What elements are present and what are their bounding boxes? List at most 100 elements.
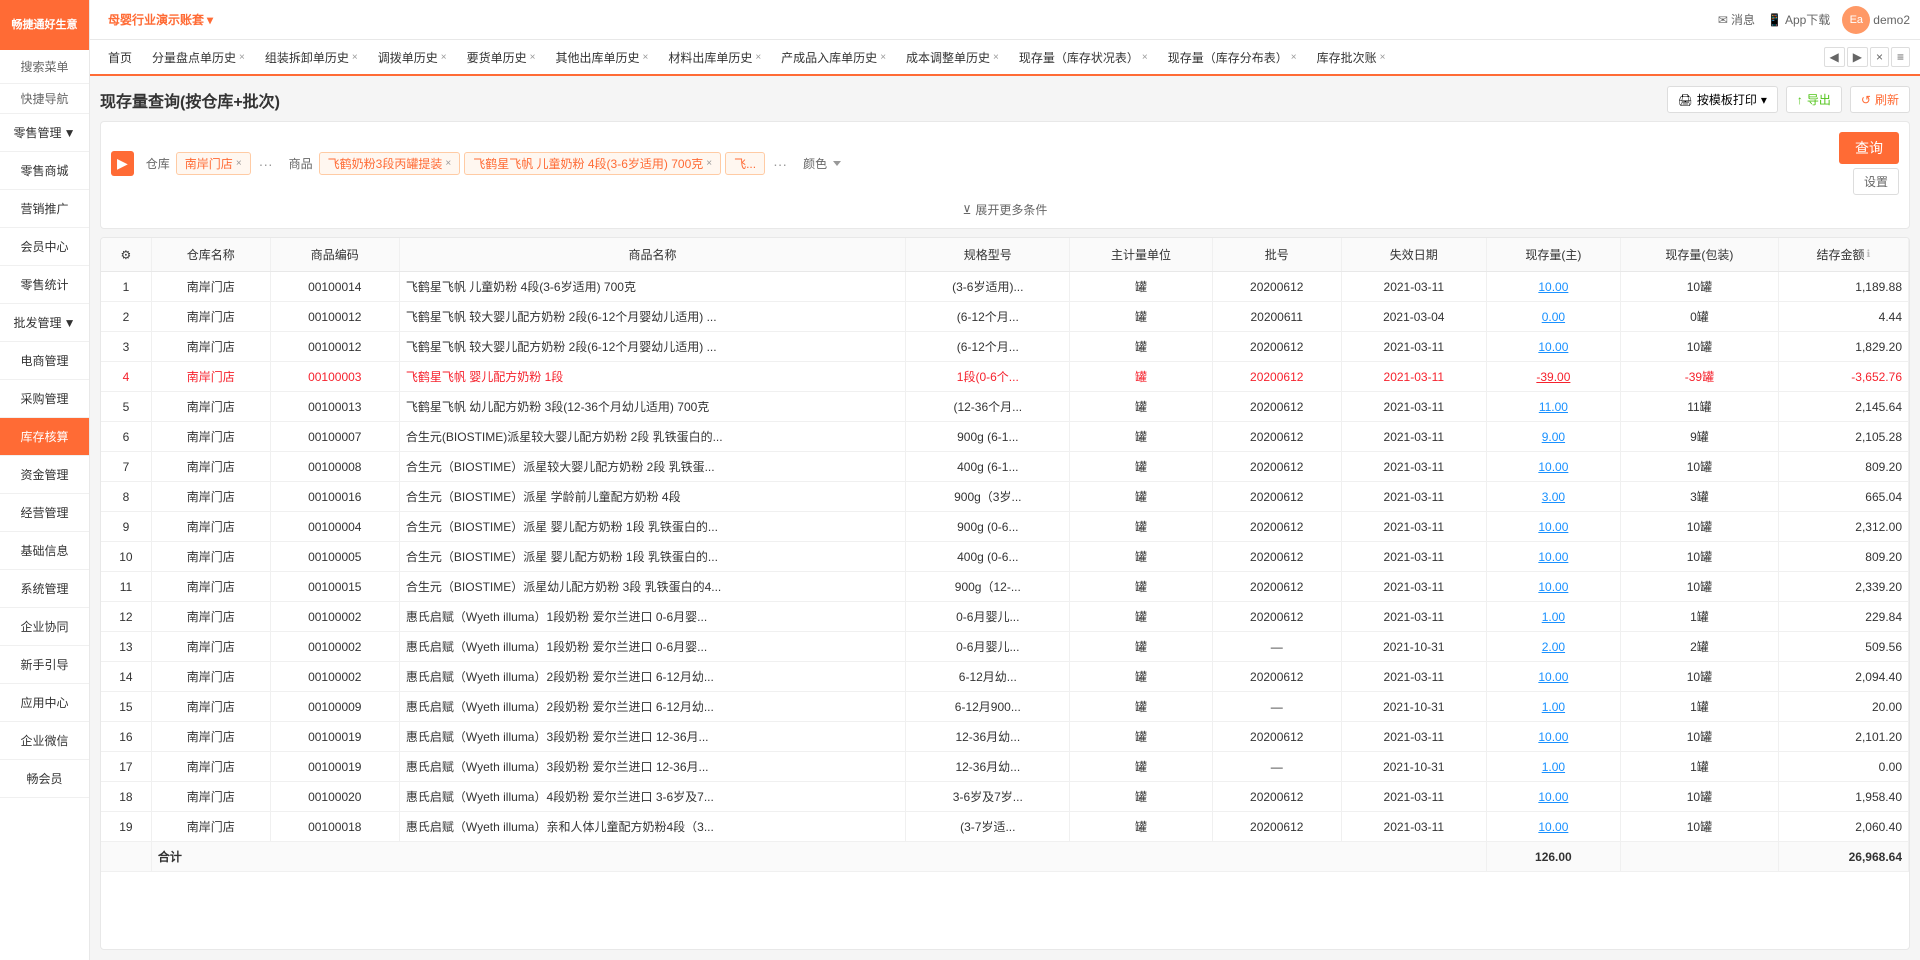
filter-expand-btn[interactable]: ⊻ 展开更多条件: [963, 201, 1048, 218]
tab-partcount[interactable]: 分量盘点单历史 ×: [144, 45, 253, 70]
sidebar-item-finance[interactable]: 资金管理: [0, 456, 89, 494]
footer-qty-pkg-total: [1621, 842, 1779, 872]
tab-batchaccount[interactable]: 库存批次账 ×: [1309, 45, 1394, 70]
cell-qty-main-8[interactable]: 10.00: [1486, 512, 1620, 542]
sidebar-item-corp[interactable]: 企业协同: [0, 608, 89, 646]
tab-disassemble-close-icon[interactable]: ×: [352, 52, 358, 63]
sidebar-item-retailstat[interactable]: 零售统计: [0, 266, 89, 304]
warehouse-tag-0-remove[interactable]: ×: [236, 158, 242, 169]
cell-qty-main-1[interactable]: 0.00: [1486, 302, 1620, 332]
topbar-dropdown[interactable]: 母婴行业演示账套 ▾: [100, 7, 221, 32]
btn-settings[interactable]: 设置: [1853, 168, 1899, 195]
cell-qty-main-2[interactable]: 10.00: [1486, 332, 1620, 362]
product-more-dots[interactable]: ···: [773, 156, 787, 172]
topbar-user[interactable]: Ea demo2: [1842, 6, 1910, 34]
sidebar-item-vip[interactable]: 畅会员: [0, 760, 89, 798]
cell-qty-main-0[interactable]: 10.00: [1486, 272, 1620, 302]
cell-qty-main-3[interactable]: -39.00: [1486, 362, 1620, 392]
tab-prev-btn[interactable]: ◀: [1824, 47, 1845, 67]
cell-qty-main-4[interactable]: 11.00: [1486, 392, 1620, 422]
warehouse-more-dots[interactable]: ···: [259, 156, 273, 172]
btn-template-print[interactable]: 🖨 按模板打印 ▾: [1667, 86, 1778, 113]
tab-otherout[interactable]: 其他出库单历史 ×: [547, 45, 656, 70]
content-area: 现存量查询(按仓库+批次) 🖨 按模板打印 ▾ ↑ 导出 ↺ 刷新: [90, 76, 1920, 960]
btn-export[interactable]: ↑ 导出: [1786, 86, 1842, 113]
sidebar-item-retail[interactable]: 零售管理 ▼: [0, 114, 89, 152]
tab-otherout-close-icon[interactable]: ×: [642, 52, 648, 63]
btn-query[interactable]: 查询: [1839, 132, 1899, 164]
cell-name-6: 合生元（BIOSTIME）派星较大婴儿配方奶粉 2段 乳铁蛋...: [399, 452, 905, 482]
cell-spec-12: 0-6月婴儿...: [906, 632, 1070, 662]
tab-prodin[interactable]: 产成品入库单历史 ×: [773, 45, 894, 70]
product-tag-1-remove[interactable]: ×: [706, 158, 712, 169]
cell-qty-pkg-4: 11罐: [1621, 392, 1779, 422]
cell-qty-main-17[interactable]: 10.00: [1486, 782, 1620, 812]
tab-disassemble[interactable]: 组装拆卸单历史 ×: [257, 45, 366, 70]
cell-qty-main-13[interactable]: 10.00: [1486, 662, 1620, 692]
cell-qty-main-15[interactable]: 10.00: [1486, 722, 1620, 752]
cell-qty-main-18[interactable]: 10.00: [1486, 812, 1620, 842]
sidebar-item-appcenter[interactable]: 应用中心: [0, 684, 89, 722]
sidebar-item-retailshop[interactable]: 零售商城: [0, 152, 89, 190]
sidebar-item-member[interactable]: 会员中心: [0, 228, 89, 266]
filter-expand-left-btn[interactable]: ▶: [111, 151, 134, 176]
tab-costadjust[interactable]: 成本调整单历史 ×: [898, 45, 1007, 70]
tab-costadjust-close-icon[interactable]: ×: [993, 52, 999, 63]
tab-partcount-close-icon[interactable]: ×: [239, 52, 245, 63]
topbar-message[interactable]: ✉ 消息: [1718, 11, 1755, 28]
product-tag-0: 飞鹤奶粉3段丙罐提装 ×: [319, 152, 461, 175]
sidebar-item-wholesale[interactable]: 批发管理 ▼: [0, 304, 89, 342]
cell-qty-main-16[interactable]: 1.00: [1486, 752, 1620, 782]
cell-qty-main-6[interactable]: 10.00: [1486, 452, 1620, 482]
cell-unit-9: 罐: [1070, 542, 1212, 572]
tab-mix-close-icon[interactable]: ×: [441, 52, 447, 63]
sidebar-item-ops[interactable]: 经营管理: [0, 494, 89, 532]
balance-info-icon[interactable]: ℹ: [1866, 249, 1870, 260]
cell-qty-main-9[interactable]: 10.00: [1486, 542, 1620, 572]
sidebar-item-inventory[interactable]: 库存核算: [0, 418, 89, 456]
color-filter-label: 颜色: [803, 155, 827, 172]
tab-next-btn[interactable]: ▶: [1847, 47, 1868, 67]
cell-code-7: 00100016: [270, 482, 399, 512]
tab-invstatus[interactable]: 现存量（库存状况表） ×: [1011, 45, 1156, 70]
cell-qty-main-14[interactable]: 1.00: [1486, 692, 1620, 722]
sidebar-item-marketing[interactable]: 营销推广: [0, 190, 89, 228]
col-settings-icon[interactable]: ⚙: [101, 238, 151, 272]
cell-warehouse-6: 南岸门店: [151, 452, 270, 482]
cell-qty-main-12[interactable]: 2.00: [1486, 632, 1620, 662]
product-tag-0-remove[interactable]: ×: [445, 158, 451, 169]
cell-qty-pkg-18: 10罐: [1621, 812, 1779, 842]
cell-unit-3: 罐: [1070, 362, 1212, 392]
sidebar-item-basic[interactable]: 基础信息: [0, 532, 89, 570]
btn-refresh[interactable]: ↺ 刷新: [1850, 86, 1910, 113]
sidebar-item-guide[interactable]: 新手引导: [0, 646, 89, 684]
table-header-row: ⚙ 仓库名称 商品编码 商品名称 规格型号 主计量单位 批号 失效日期 现存量(…: [101, 238, 1909, 272]
tab-invdist[interactable]: 现存量（库存分布表） ×: [1160, 45, 1305, 70]
sidebar-item-search[interactable]: 搜索菜单: [0, 50, 89, 84]
tab-menu-btn[interactable]: ≡: [1891, 47, 1910, 67]
tab-invstatus-close-icon[interactable]: ×: [1142, 52, 1148, 63]
sidebar-item-quicknav[interactable]: 快捷导航: [0, 84, 89, 114]
cell-qty-pkg-3: -39罐: [1621, 362, 1779, 392]
tab-demand[interactable]: 要货单历史 ×: [459, 45, 544, 70]
tab-mix[interactable]: 调拨单历史 ×: [370, 45, 455, 70]
tab-prodin-close-icon[interactable]: ×: [880, 52, 886, 63]
cell-qty-main-5[interactable]: 9.00: [1486, 422, 1620, 452]
topbar-app-download[interactable]: 📱 App下载: [1767, 11, 1830, 28]
tab-matout-close-icon[interactable]: ×: [755, 52, 761, 63]
sidebar-item-ecommerce[interactable]: 电商管理: [0, 342, 89, 380]
tab-home[interactable]: 首页: [100, 45, 140, 70]
tab-close-btn[interactable]: ×: [1870, 47, 1889, 67]
tab-demand-close-icon[interactable]: ×: [530, 52, 536, 63]
cell-spec-5: 900g (6-1...: [906, 422, 1070, 452]
cell-qty-main-7[interactable]: 3.00: [1486, 482, 1620, 512]
cell-qty-main-11[interactable]: 1.00: [1486, 602, 1620, 632]
tab-invdist-close-icon[interactable]: ×: [1291, 52, 1297, 63]
sidebar-item-system[interactable]: 系统管理: [0, 570, 89, 608]
tab-matout[interactable]: 材料出库单历史 ×: [660, 45, 769, 70]
col-expire: 失效日期: [1341, 238, 1486, 272]
cell-qty-main-10[interactable]: 10.00: [1486, 572, 1620, 602]
sidebar-item-weapp[interactable]: 企业微信: [0, 722, 89, 760]
sidebar-item-purchase[interactable]: 采购管理: [0, 380, 89, 418]
tab-batchaccount-close-icon[interactable]: ×: [1380, 52, 1386, 63]
